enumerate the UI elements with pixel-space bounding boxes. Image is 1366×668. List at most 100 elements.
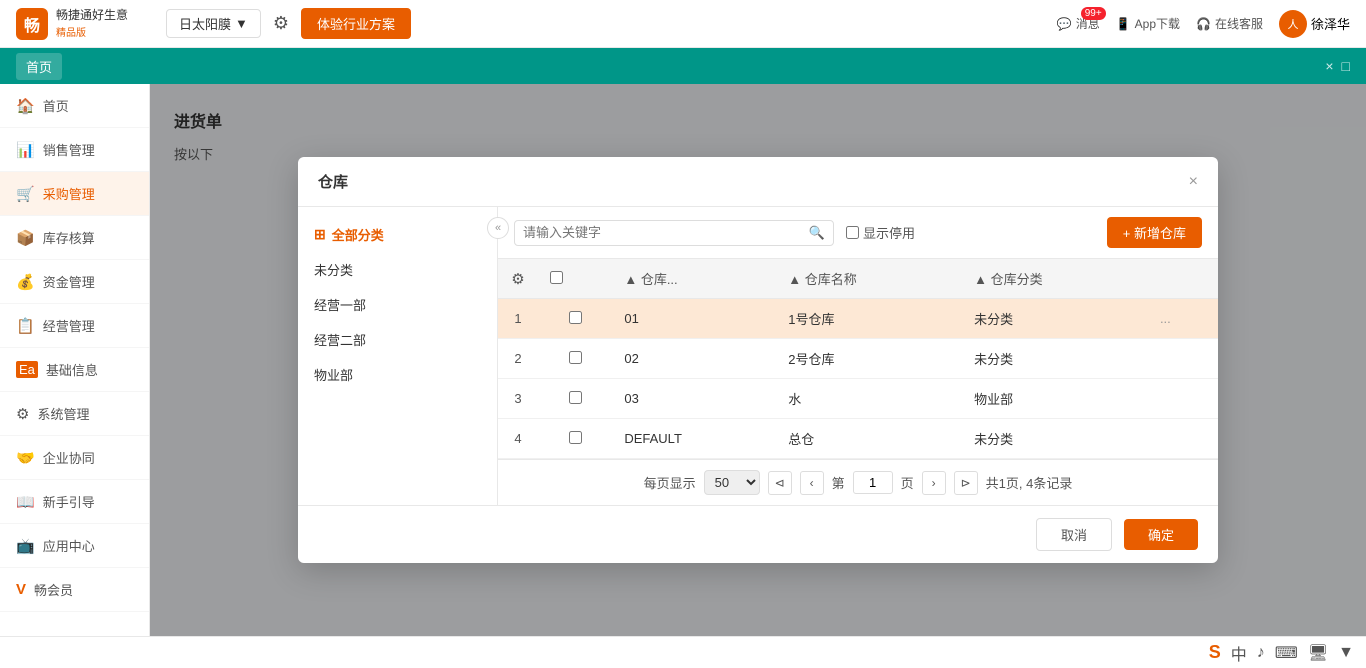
td-checkbox[interactable] xyxy=(538,299,612,339)
table-row: 1 01 1号仓库 未分类 ... xyxy=(498,299,1218,339)
sidebar-item-basic-info[interactable]: Ea 基础信息 xyxy=(0,348,149,392)
avatar: 人 xyxy=(1279,10,1307,38)
pagination: 每页显示 50 100 ⊲ ‹ 第 页 › ⊳ 共 xyxy=(498,459,1218,505)
th-action xyxy=(1148,259,1218,299)
page-next-btn[interactable]: › xyxy=(922,471,946,495)
operations-icon: 📋 xyxy=(16,317,35,335)
logo-icon: 畅 xyxy=(16,8,48,40)
tree-collapse-btn[interactable]: « xyxy=(487,217,509,239)
th-code[interactable]: ▲ 仓库... xyxy=(612,259,776,299)
sidebar-item-inventory[interactable]: 📦 库存核算 xyxy=(0,216,149,260)
td-more[interactable] xyxy=(1148,379,1218,419)
td-code: 03 xyxy=(612,379,776,419)
logo-text: 畅捷通好生意 精品版 xyxy=(56,8,128,39)
modal-body: « ⊞ 全部分类 未分类 经营一部 经营二部 物业部 xyxy=(298,207,1218,505)
lang-icon[interactable]: 中 xyxy=(1231,641,1247,665)
store-selector[interactable]: 日太阳膜 ▼ xyxy=(166,9,261,38)
header-middle: 日太阳膜 ▼ ⚙ 体验行业方案 xyxy=(166,8,1057,39)
inventory-icon: 📦 xyxy=(16,229,35,247)
sidebar-item-system[interactable]: ⚙ 系统管理 xyxy=(0,392,149,436)
s-icon[interactable]: S xyxy=(1209,642,1221,663)
page-first-btn[interactable]: ⊲ xyxy=(768,471,792,495)
warehouse-modal: 仓库 × « ⊞ 全部分类 未分类 经营一部 经营二部 xyxy=(298,157,1218,563)
monitor-icon[interactable]: 🖥 xyxy=(1308,643,1328,663)
table-header-row: ⚙ ▲ 仓库... xyxy=(498,259,1218,299)
tree-panel: « ⊞ 全部分类 未分类 经营一部 经营二部 物业部 xyxy=(298,207,498,505)
select-all-checkbox[interactable] xyxy=(550,271,563,284)
sound-icon[interactable]: ♪ xyxy=(1257,644,1265,662)
td-checkbox[interactable] xyxy=(538,339,612,379)
modal-footer: 取消 确定 xyxy=(298,505,1218,563)
page-number-input[interactable] xyxy=(853,471,893,494)
td-row-num: 4 xyxy=(498,419,538,459)
per-page-select[interactable]: 50 100 xyxy=(704,470,760,495)
td-more[interactable] xyxy=(1148,339,1218,379)
search-icon[interactable]: 🔍 xyxy=(809,225,825,241)
show-disabled-checkbox-label[interactable]: 显示停用 xyxy=(846,223,915,242)
table-row: 3 03 水 物业部 xyxy=(498,379,1218,419)
app-download-btn[interactable]: 📱 App下载 xyxy=(1116,15,1180,32)
confirm-btn[interactable]: 确定 xyxy=(1124,519,1198,550)
td-code: 02 xyxy=(612,339,776,379)
table-row: 4 DEFAULT 总仓 未分类 xyxy=(498,419,1218,459)
page-last-btn[interactable]: ⊳ xyxy=(954,471,978,495)
tree-item-dept2[interactable]: 经营二部 xyxy=(298,322,497,357)
settings-icon[interactable]: ⚙ xyxy=(273,13,289,34)
purchase-icon: 🛒 xyxy=(16,185,35,203)
expand-window-icon[interactable]: □ xyxy=(1342,58,1350,74)
close-window-icon[interactable]: × xyxy=(1325,58,1333,74)
td-more[interactable]: ... xyxy=(1148,299,1218,339)
table-row: 2 02 2号仓库 未分类 xyxy=(498,339,1218,379)
tab-home[interactable]: 首页 xyxy=(16,53,62,80)
sidebar-item-sales[interactable]: 📊 销售管理 xyxy=(0,128,149,172)
finance-icon: 💰 xyxy=(16,273,35,291)
system-icon: ⚙ xyxy=(16,405,29,423)
search-box: 🔍 xyxy=(514,220,834,246)
sidebar-item-purchase[interactable]: 🛒 采购管理 xyxy=(0,172,149,216)
user-avatar-area[interactable]: 人 徐泽华 xyxy=(1279,10,1350,38)
gear-icon[interactable]: ⚙ xyxy=(511,271,524,288)
modal-close-btn[interactable]: × xyxy=(1189,173,1198,191)
td-name: 水 xyxy=(776,379,962,419)
add-warehouse-btn[interactable]: + 新增仓库 xyxy=(1107,217,1202,248)
down-arrow-icon[interactable]: ▼ xyxy=(1338,644,1354,662)
sidebar-item-enterprise[interactable]: 🤝 企业协同 xyxy=(0,436,149,480)
statusbar: S 中 ♪ ⌨ 🖥 ▼ xyxy=(0,636,1366,668)
cancel-btn[interactable]: 取消 xyxy=(1036,518,1112,551)
td-checkbox[interactable] xyxy=(538,379,612,419)
sidebar-item-finance[interactable]: 💰 资金管理 xyxy=(0,260,149,304)
sidebar-item-guide[interactable]: 📖 新手引导 xyxy=(0,480,149,524)
th-gear: ⚙ xyxy=(498,259,538,299)
tree-item-all[interactable]: ⊞ 全部分类 xyxy=(298,217,497,252)
sidebar-item-operations[interactable]: 📋 经营管理 xyxy=(0,304,149,348)
phone-icon: 📱 xyxy=(1116,17,1131,31)
keyboard-icon[interactable]: ⌨ xyxy=(1275,643,1298,663)
top-header: 畅 畅捷通好生意 精品版 日太阳膜 ▼ ⚙ 体验行业方案 💬 消息 99+ 📱 … xyxy=(0,0,1366,48)
page-prev-btn[interactable]: ‹ xyxy=(800,471,824,495)
grid-icon: ⊞ xyxy=(314,226,326,243)
search-input[interactable] xyxy=(523,225,803,240)
tree-item-uncat[interactable]: 未分类 xyxy=(298,252,497,287)
sidebar-item-apps[interactable]: 📺 应用中心 xyxy=(0,524,149,568)
tree-item-property[interactable]: 物业部 xyxy=(298,357,497,392)
td-checkbox[interactable] xyxy=(538,419,612,459)
guide-icon: 📖 xyxy=(16,493,35,511)
sub-header: 首页 × □ xyxy=(0,48,1366,84)
industry-btn[interactable]: 体验行业方案 xyxy=(301,8,411,39)
td-more[interactable] xyxy=(1148,419,1218,459)
enterprise-icon: 🤝 xyxy=(16,449,35,467)
modal-backdrop: 仓库 × « ⊞ 全部分类 未分类 经营一部 经营二部 xyxy=(150,84,1366,636)
header-right: 💬 消息 99+ 📱 App下载 🎧 在线客服 人 徐泽华 xyxy=(1057,10,1350,38)
message-btn[interactable]: 💬 消息 99+ xyxy=(1057,15,1100,32)
th-name[interactable]: ▲ 仓库名称 xyxy=(776,259,962,299)
sidebar-item-member[interactable]: V 畅会员 xyxy=(0,568,149,612)
tree-item-dept1[interactable]: 经营一部 xyxy=(298,287,497,322)
th-category[interactable]: ▲ 仓库分类 xyxy=(962,259,1148,299)
username-label: 徐泽华 xyxy=(1311,14,1350,33)
show-disabled-checkbox[interactable] xyxy=(846,226,859,239)
basic-info-icon: Ea xyxy=(16,361,38,378)
sidebar-item-home[interactable]: 🏠 首页 xyxy=(0,84,149,128)
td-row-num: 1 xyxy=(498,299,538,339)
online-service-btn[interactable]: 🎧 在线客服 xyxy=(1196,15,1263,32)
logo-area: 畅 畅捷通好生意 精品版 xyxy=(16,8,166,40)
